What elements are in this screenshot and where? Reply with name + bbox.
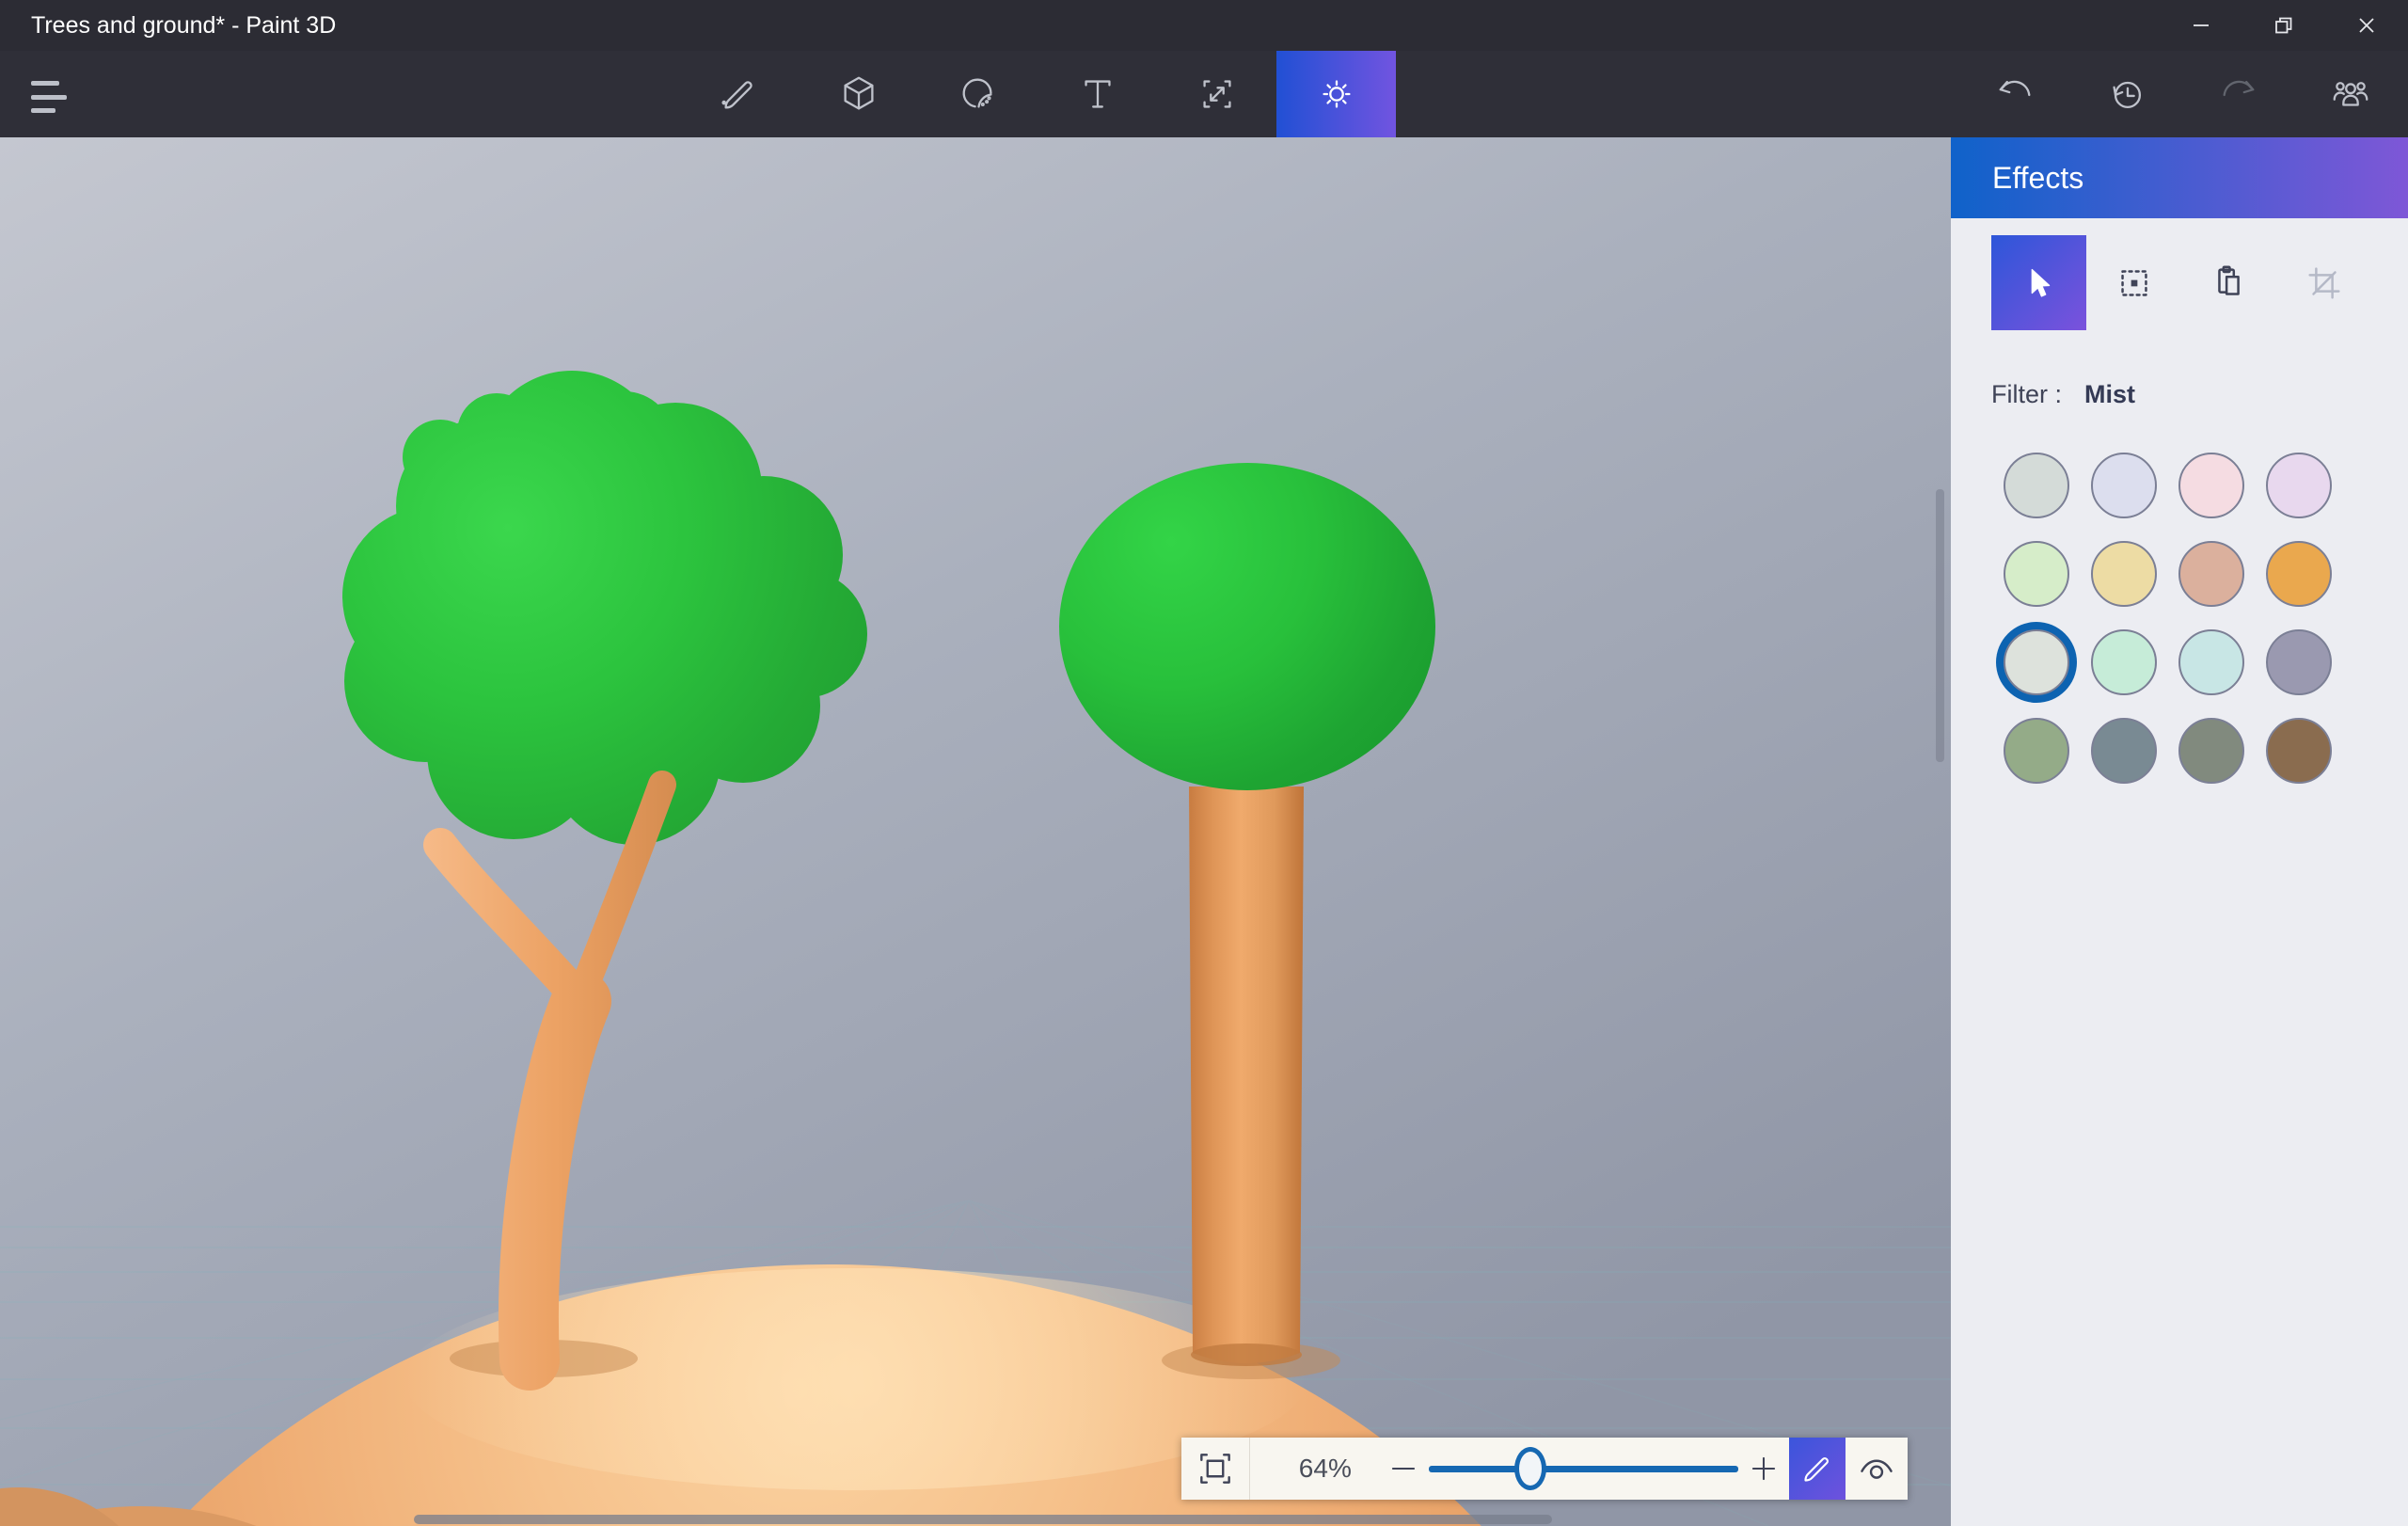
zoom-slider[interactable] (1429, 1438, 1739, 1500)
collaborate-button[interactable] (2294, 51, 2406, 137)
text-tool-button[interactable] (1038, 51, 1157, 137)
undo-icon (1993, 72, 2036, 116)
filter-swatch-4[interactable] (2266, 453, 2332, 518)
canvas-tool-button[interactable] (1157, 51, 1276, 137)
redo-button[interactable] (2182, 51, 2294, 137)
filter-swatch-3[interactable] (2178, 453, 2244, 518)
zoom-toolbar: 64% (1181, 1438, 1908, 1500)
window-controls (2160, 0, 2408, 51)
right-tree-trunk (1189, 787, 1304, 1363)
effects-panel-header: Effects (1951, 137, 2408, 218)
crop-button[interactable] (2276, 235, 2371, 330)
paste-clipboard-icon (2208, 262, 2251, 305)
effects-sun-icon (1315, 72, 1358, 116)
canvas-3d-viewport[interactable]: 64% (0, 137, 1951, 1526)
eye-icon (1856, 1448, 1897, 1489)
filter-swatch-1[interactable] (2004, 453, 2069, 518)
filter-swatch-13[interactable] (2004, 718, 2069, 784)
scene-trees-and-ground (0, 137, 1951, 1526)
brush-tool-button[interactable] (679, 51, 799, 137)
history-clock-icon (2105, 72, 2148, 116)
select-region-button[interactable] (2086, 235, 2181, 330)
filter-row: Filter : Mist (1991, 380, 2135, 409)
zoom-slider-thumb[interactable] (1514, 1447, 1546, 1490)
paste-button[interactable] (2181, 235, 2276, 330)
filter-swatch-7[interactable] (2178, 541, 2244, 607)
filter-swatch-grid (2004, 453, 2332, 784)
filter-swatch-16[interactable] (2266, 718, 2332, 784)
effects-panel-tools (1991, 235, 2371, 330)
filter-swatch-8[interactable] (2266, 541, 2332, 607)
canvas-expand-icon (1196, 72, 1239, 116)
brush-icon (718, 72, 761, 116)
vertical-scrollbar[interactable] (1936, 489, 1944, 762)
zoom-out-button[interactable] (1378, 1438, 1429, 1500)
restore-button[interactable] (2242, 0, 2325, 51)
zoom-percentage: 64% (1273, 1454, 1378, 1484)
select-region-icon (2113, 262, 2156, 305)
filter-swatch-11[interactable] (2178, 629, 2244, 695)
3d-shapes-cube-icon (837, 72, 880, 116)
filter-swatch-12[interactable] (2266, 629, 2332, 695)
title-bar: Trees and ground* - Paint 3D (0, 0, 2408, 51)
filter-swatch-2[interactable] (2091, 453, 2157, 518)
zoom-slider-track (1429, 1466, 1739, 1472)
brush-icon (1798, 1450, 1836, 1487)
right-trunk-base (1191, 1343, 1302, 1366)
menu-button[interactable] (19, 66, 81, 122)
filter-swatch-6[interactable] (2091, 541, 2157, 607)
filter-swatch-14[interactable] (2091, 718, 2157, 784)
history-tools (1958, 51, 2408, 137)
filter-value: Mist (2084, 380, 2135, 408)
filter-swatch-9[interactable] (2004, 629, 2069, 695)
fit-to-view-button[interactable] (1181, 1438, 1249, 1500)
window-title: Trees and ground* - Paint 3D (31, 0, 336, 51)
filter-swatch-10[interactable] (2091, 629, 2157, 695)
restore-icon (2272, 13, 2296, 38)
horizontal-scrollbar[interactable] (414, 1515, 1552, 1524)
cursor-tool-button[interactable] (1991, 235, 2086, 330)
zoombar-separator (1249, 1438, 1250, 1500)
collaborate-people-icon (2329, 72, 2372, 116)
minus-icon (1386, 1451, 1421, 1486)
filter-label: Filter : (1991, 380, 2062, 408)
cursor-icon (2018, 262, 2061, 305)
close-button[interactable] (2325, 0, 2408, 51)
tool-tabs (679, 51, 1396, 137)
main-toolbar (0, 51, 2408, 137)
effects-tool-button[interactable] (1276, 51, 1396, 137)
fit-to-view-icon (1195, 1448, 1236, 1489)
redo-icon (2217, 72, 2260, 116)
history-button[interactable] (2070, 51, 2182, 137)
plus-icon (1746, 1451, 1782, 1486)
close-icon (2354, 13, 2379, 38)
zoom-in-button[interactable] (1738, 1438, 1789, 1500)
minimize-icon (2189, 13, 2213, 38)
view-3d-button[interactable] (1846, 1438, 1908, 1500)
filter-swatch-5[interactable] (2004, 541, 2069, 607)
panel-title: Effects (1992, 137, 2083, 218)
stickers-tool-button[interactable] (918, 51, 1038, 137)
right-tree-canopy (1059, 463, 1435, 790)
crop-icon (2303, 262, 2346, 305)
sticker-icon (957, 72, 1000, 116)
hamburger-menu-icon (31, 81, 59, 86)
3d-shapes-tool-button[interactable] (799, 51, 918, 137)
undo-button[interactable] (1958, 51, 2070, 137)
paint-mode-button[interactable] (1789, 1438, 1846, 1500)
minimize-button[interactable] (2160, 0, 2242, 51)
text-icon (1076, 72, 1119, 116)
effects-panel: Effects Filter : Mist (1951, 137, 2408, 1526)
filter-swatch-15[interactable] (2178, 718, 2244, 784)
